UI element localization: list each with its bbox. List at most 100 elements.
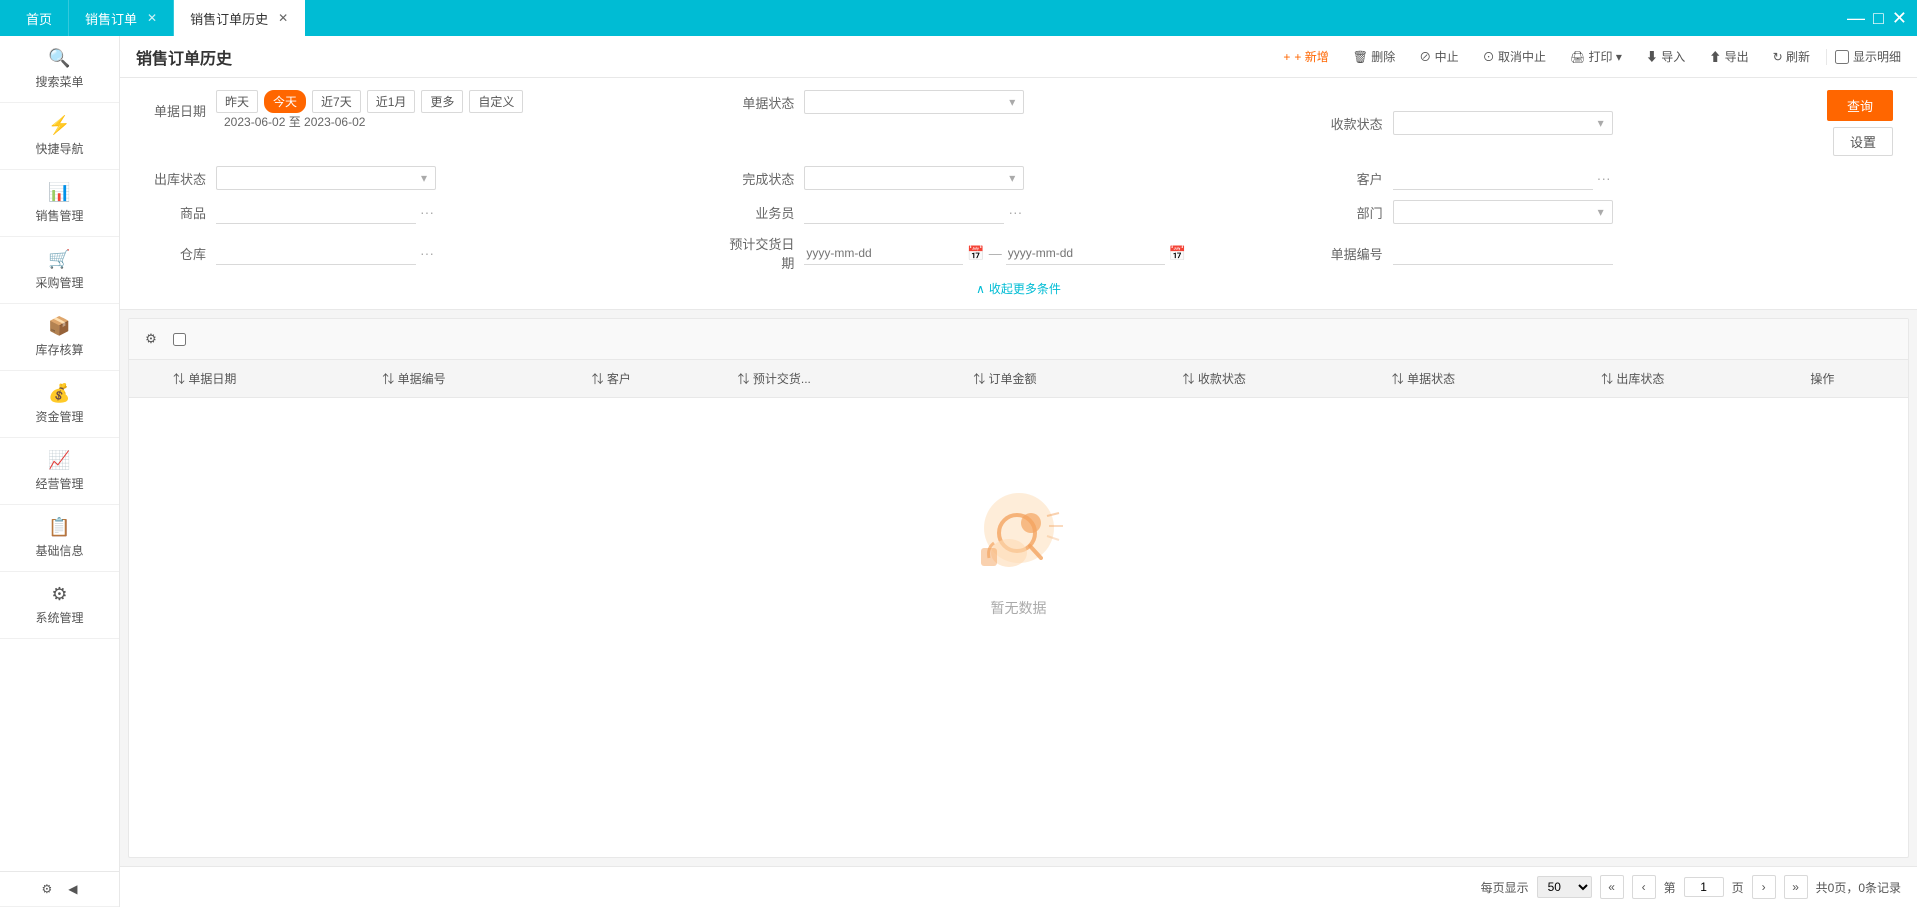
basic-info-icon: 📋 [48,517,70,538]
date-1month[interactable]: 近1月 [367,90,416,113]
sidebar-settings-icon[interactable]: ⚙ [42,882,53,896]
product-input[interactable] [216,201,416,224]
doc-number-input[interactable] [1393,242,1613,265]
refresh-button[interactable]: ↻ 刷新 [1765,44,1818,69]
th-doc-number[interactable]: ⇅ 单据编号 [374,360,583,398]
calendar-end-icon[interactable]: 📅 [1169,245,1186,262]
date-custom[interactable]: 自定义 [469,90,523,113]
tab-sales-order-history-label: 销售订单历史 [190,9,268,28]
th-receipt-status[interactable]: ⇅ 收款状态 [1175,360,1384,398]
minimize-button[interactable]: — [1847,8,1865,29]
import-button[interactable]: ⬇ 导入 [1638,44,1693,69]
customer-more-icon[interactable]: ··· [1597,170,1611,186]
prev-group-button[interactable]: « [1600,875,1624,899]
date-today[interactable]: 今天 [264,90,306,113]
sidebar: 🔍 搜索菜单 ⚡ 快捷导航 📊 销售管理 🛒 采购管理 📦 库存核算 💰 资金管… [0,36,120,907]
settings-button[interactable]: 设置 [1833,127,1893,156]
tab-sales-order-close[interactable]: ✕ [147,11,157,25]
purchase-mgmt-icon: 🛒 [48,249,70,270]
th-stock-status[interactable]: ⇅ 出库状态 [1593,360,1802,398]
expected-delivery-end[interactable] [1006,242,1165,265]
warehouse-more-icon[interactable]: ··· [420,245,434,261]
content-area: 销售订单历史 + + 新增 🗑 删除 ⊘ 中止 ⊙ 取消中止 🖨 打印 ▾ [120,36,1917,907]
tab-home[interactable]: 首页 [10,0,69,36]
cancel-stop-button[interactable]: ⊙ 取消中止 [1475,44,1554,69]
stop-button[interactable]: ⊘ 中止 [1411,44,1466,69]
date-options: 昨天 今天 近7天 近1月 更多 自定义 [216,90,523,113]
show-detail-label: 显示明细 [1835,48,1901,65]
select-all-checkbox[interactable] [173,333,186,346]
stock-status-label: 出库状态 [136,169,216,188]
prev-button[interactable]: ‹ [1632,875,1656,899]
tab-sales-order[interactable]: 销售订单 ✕ [69,0,174,36]
warehouse-input[interactable] [216,242,416,265]
th-doc-status-label: ⇅ 单据状态 [1392,372,1455,386]
tab-sales-order-history-close[interactable]: ✕ [278,11,288,25]
expected-delivery-start[interactable] [804,242,963,265]
show-detail-checkbox[interactable] [1835,50,1849,64]
product-more-icon[interactable]: ··· [420,204,434,220]
next-group-button[interactable]: » [1784,875,1808,899]
completion-status-chevron: ▾ [1009,171,1015,185]
salesperson-input[interactable] [804,201,1004,224]
sidebar-item-inventory-label: 库存核算 [35,341,83,358]
sidebar-collapse-icon[interactable]: ◀ [68,882,77,896]
sidebar-item-sales-mgmt-label: 销售管理 [35,207,83,224]
maximize-button[interactable]: □ [1873,8,1884,29]
page-header: 销售订单历史 + + 新增 🗑 删除 ⊘ 中止 ⊙ 取消中止 🖨 打印 ▾ [120,36,1917,78]
sidebar-item-quick-nav[interactable]: ⚡ 快捷导航 [0,103,119,170]
date-range-separator: — [989,246,1002,261]
th-receipt-status-label: ⇅ 收款状态 [1183,372,1246,386]
customer-input[interactable] [1393,167,1593,190]
department-select[interactable]: ▾ [1393,200,1613,224]
sidebar-item-finance[interactable]: 💰 资金管理 [0,371,119,438]
filter-doc-number: 单据编号 [1313,242,1901,265]
stock-status-select[interactable]: ▾ [216,166,436,190]
calendar-start-icon[interactable]: 📅 [967,245,984,262]
th-customer[interactable]: ⇅ 客户 [584,360,730,398]
print-label: 🖨 打印 ▾ [1570,48,1622,65]
salesperson-more-icon[interactable]: ··· [1008,204,1022,220]
date-yesterday[interactable]: 昨天 [216,90,258,113]
sidebar-item-system-mgmt[interactable]: ⚙ 系统管理 [0,572,119,639]
table-gear-button[interactable]: ⚙ [137,325,165,353]
th-doc-date[interactable]: ⇅ 单据日期 [165,360,374,398]
sidebar-item-basic-info[interactable]: 📋 基础信息 [0,505,119,572]
filter-department: 部门 ▾ [1313,200,1901,224]
new-button[interactable]: + + 新增 [1275,44,1336,69]
query-button[interactable]: 查询 [1827,90,1893,121]
th-order-amount[interactable]: ⇅ 订单金额 [965,360,1174,398]
sidebar-item-inventory[interactable]: 📦 库存核算 [0,304,119,371]
export-button[interactable]: ⬆ 导出 [1701,44,1756,69]
date-7days[interactable]: 近7天 [312,90,361,113]
next-button[interactable]: › [1752,875,1776,899]
sidebar-item-basic-info-label: 基础信息 [35,542,83,559]
search-menu-icon: 🔍 [48,48,70,69]
customer-label: 客户 [1313,169,1393,188]
page-size-select[interactable]: 50 10 20 100 [1537,876,1592,898]
th-customer-label: ⇅ 客户 [592,372,631,386]
filter-stock-status: 出库状态 ▾ [136,166,724,190]
receipt-status-select[interactable]: ▾ [1393,111,1613,135]
close-button[interactable]: ✕ [1892,8,1907,29]
filter-product: 商品 ··· [136,201,724,224]
tab-sales-order-history[interactable]: 销售订单历史 ✕ [174,0,305,36]
system-mgmt-icon: ⚙ [51,584,67,605]
sidebar-item-operation[interactable]: 📈 经营管理 [0,438,119,505]
sidebar-bottom-actions: ⚙ ◀ [0,872,119,907]
th-order-amount-label: ⇅ 订单金额 [973,372,1036,386]
th-doc-status[interactable]: ⇅ 单据状态 [1384,360,1593,398]
completion-status-select[interactable]: ▾ [804,166,1024,190]
doc-status-select[interactable]: ▾ [804,90,1024,114]
page-number-input[interactable] [1684,877,1724,897]
collapse-button[interactable]: ∧ 收起更多条件 [136,280,1901,297]
sidebar-item-sales-mgmt[interactable]: 📊 销售管理 [0,170,119,237]
print-button[interactable]: 🖨 打印 ▾ [1562,44,1630,69]
sidebar-item-purchase-mgmt[interactable]: 🛒 采购管理 [0,237,119,304]
th-expected-delivery[interactable]: ⇅ 预计交货... [730,360,966,398]
sidebar-item-search-menu[interactable]: 🔍 搜索菜单 [0,36,119,103]
filter-warehouse: 仓库 ··· [136,242,724,265]
date-more[interactable]: 更多 [421,90,463,113]
delete-button[interactable]: 🗑 删除 [1345,44,1404,69]
doc-number-label: 单据编号 [1313,244,1393,263]
